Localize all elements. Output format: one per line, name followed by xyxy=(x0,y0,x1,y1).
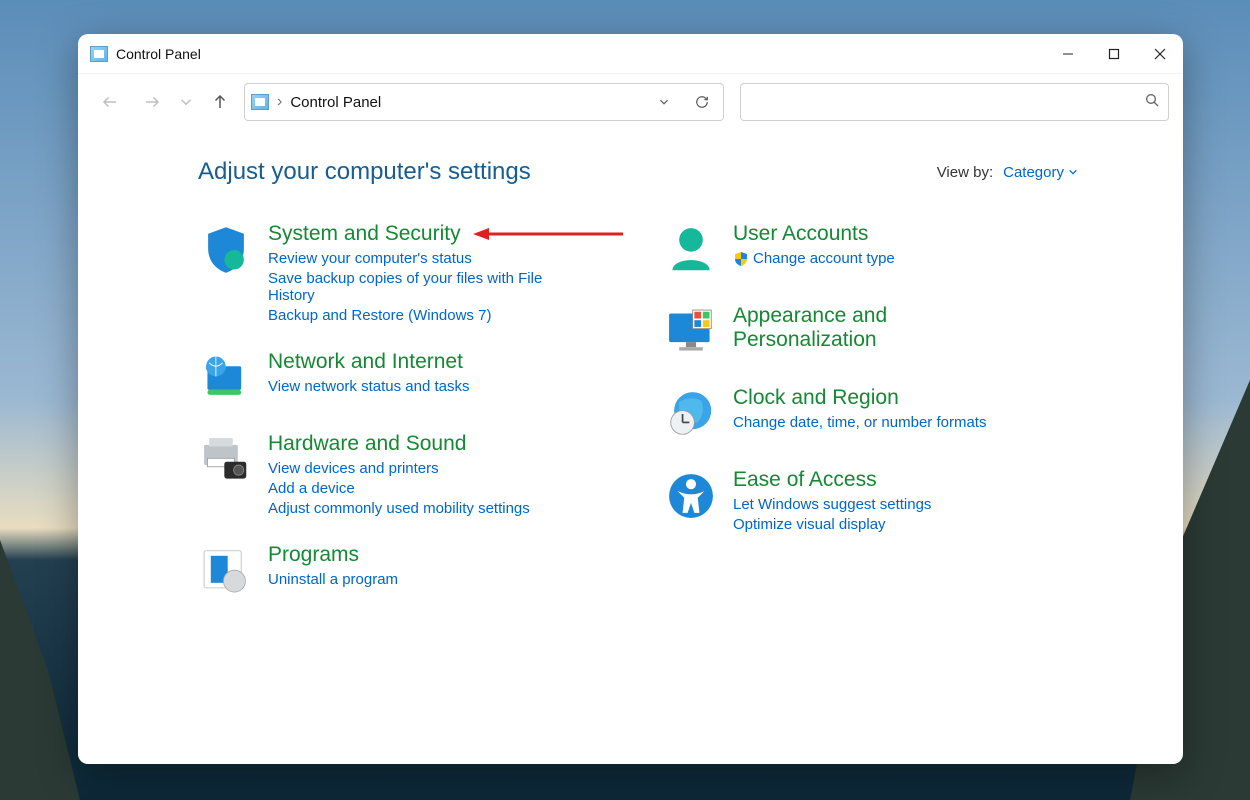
close-button[interactable] xyxy=(1137,34,1183,74)
category-column-right: User Accounts Change account type xyxy=(663,222,1098,599)
category-programs: Programs Uninstall a program xyxy=(198,543,633,599)
task-link[interactable]: Save backup copies of your files with Fi… xyxy=(268,270,588,304)
address-dropdown-button[interactable] xyxy=(649,87,679,117)
refresh-button[interactable] xyxy=(687,87,717,117)
accessibility-icon xyxy=(663,468,719,524)
view-by-dropdown[interactable]: Category xyxy=(1003,164,1078,181)
up-button[interactable] xyxy=(202,84,238,120)
search-box[interactable] xyxy=(740,83,1169,121)
globe-monitor-icon xyxy=(198,350,254,406)
task-link[interactable]: Backup and Restore (Windows 7) xyxy=(268,307,588,324)
programs-icon xyxy=(198,543,254,599)
control-panel-icon xyxy=(90,46,108,62)
category-user-accounts: User Accounts Change account type xyxy=(663,222,1098,278)
task-link[interactable]: Change account type xyxy=(753,250,895,267)
search-input[interactable] xyxy=(749,94,1144,110)
task-link[interactable]: View devices and printers xyxy=(268,460,530,477)
monitor-icon xyxy=(663,304,719,360)
category-column-left: System and Security Review your computer… xyxy=(198,222,633,599)
task-link[interactable]: Review your computer's status xyxy=(268,250,588,267)
navbar: › Control Panel xyxy=(78,74,1183,130)
category-system-security: System and Security Review your computer… xyxy=(198,222,633,324)
printer-camera-icon xyxy=(198,432,254,488)
clock-globe-icon xyxy=(663,386,719,442)
maximize-button[interactable] xyxy=(1091,34,1137,74)
category-link[interactable]: Appearance and Personalization xyxy=(733,304,953,352)
category-link[interactable]: Clock and Region xyxy=(733,386,899,409)
page-title: Adjust your computer's settings xyxy=(198,158,531,186)
category-appearance-personalization: Appearance and Personalization xyxy=(663,304,1098,360)
control-panel-window: Control Panel › Contro xyxy=(78,34,1183,764)
search-icon[interactable] xyxy=(1144,92,1160,113)
category-hardware-sound: Hardware and Sound View devices and prin… xyxy=(198,432,633,517)
category-link[interactable]: Programs xyxy=(268,543,359,566)
breadcrumb-separator: › xyxy=(277,93,282,111)
back-button[interactable] xyxy=(92,84,128,120)
category-link[interactable]: Network and Internet xyxy=(268,350,463,373)
forward-button[interactable] xyxy=(134,84,170,120)
task-link[interactable]: Change date, time, or number formats xyxy=(733,414,986,431)
category-ease-of-access: Ease of Access Let Windows suggest setti… xyxy=(663,468,1098,533)
category-link[interactable]: User Accounts xyxy=(733,222,868,245)
user-icon xyxy=(663,222,719,278)
task-link[interactable]: Adjust commonly used mobility settings xyxy=(268,500,530,517)
control-panel-icon xyxy=(251,94,269,110)
task-link[interactable]: Optimize visual display xyxy=(733,516,931,533)
uac-shield-icon xyxy=(733,251,749,267)
titlebar: Control Panel xyxy=(78,34,1183,74)
category-clock-region: Clock and Region Change date, time, or n… xyxy=(663,386,1098,442)
window-title: Control Panel xyxy=(116,46,201,62)
address-bar[interactable]: › Control Panel xyxy=(244,83,724,121)
breadcrumb[interactable]: Control Panel xyxy=(290,94,381,111)
task-link[interactable]: Let Windows suggest settings xyxy=(733,496,931,513)
content-area: Adjust your computer's settings View by:… xyxy=(78,130,1183,764)
view-by-label: View by: xyxy=(937,164,993,181)
category-network-internet: Network and Internet View network status… xyxy=(198,350,633,406)
category-link[interactable]: Hardware and Sound xyxy=(268,432,466,455)
category-link[interactable]: System and Security xyxy=(268,222,461,245)
view-by: View by: Category xyxy=(937,164,1078,181)
task-link[interactable]: Add a device xyxy=(268,480,530,497)
minimize-button[interactable] xyxy=(1045,34,1091,74)
category-link[interactable]: Ease of Access xyxy=(733,468,877,491)
task-link[interactable]: Uninstall a program xyxy=(268,571,398,588)
task-link[interactable]: View network status and tasks xyxy=(268,378,470,395)
recent-locations-button[interactable] xyxy=(176,84,196,120)
shield-icon xyxy=(198,222,254,278)
